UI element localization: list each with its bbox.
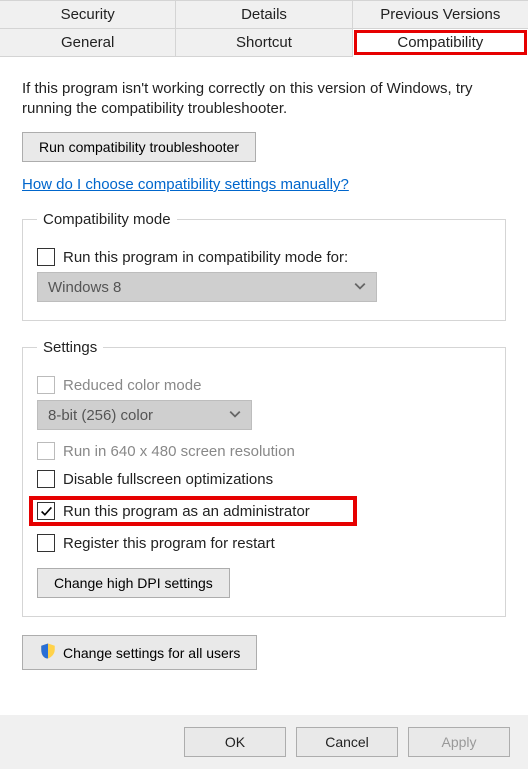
run-as-admin-checkbox[interactable] [37,502,55,520]
register-restart-label: Register this program for restart [63,535,275,552]
tab-container: Security Details Previous Versions Gener… [0,0,528,57]
ok-button[interactable]: OK [184,727,286,757]
change-all-users-label: Change settings for all users [63,645,240,661]
compat-mode-checkbox[interactable] [37,248,55,266]
color-mode-select-value: 8-bit (256) color [48,407,153,424]
tab-content: If this program isn't working correctly … [0,57,528,682]
compat-mode-select-value: Windows 8 [48,279,121,296]
register-restart-checkbox[interactable] [37,534,55,552]
tab-details[interactable]: Details [176,1,352,28]
run-as-admin-highlight: Run this program as an administrator [29,496,357,526]
dialog-footer: OK Cancel Apply [0,715,528,769]
disable-fullscreen-checkbox[interactable] [37,470,55,488]
tab-row-1: Security Details Previous Versions [0,0,528,29]
reduced-color-checkbox [37,376,55,394]
intro-text: If this program isn't working correctly … [22,79,506,118]
cancel-button[interactable]: Cancel [296,727,398,757]
shield-icon [39,642,57,663]
disable-fullscreen-label: Disable fullscreen optimizations [63,471,273,488]
tab-compatibility[interactable]: Compatibility [353,29,528,56]
chevron-down-icon [354,279,366,296]
compatibility-mode-legend: Compatibility mode [37,211,177,228]
change-dpi-button[interactable]: Change high DPI settings [37,568,230,598]
help-link[interactable]: How do I choose compatibility settings m… [22,176,349,193]
run-as-admin-label: Run this program as an administrator [63,503,310,520]
apply-button: Apply [408,727,510,757]
color-mode-select: 8-bit (256) color [37,400,252,430]
compatibility-mode-group: Compatibility mode Run this program in c… [22,211,506,321]
compat-mode-label: Run this program in compatibility mode f… [63,249,348,266]
low-res-label: Run in 640 x 480 screen resolution [63,443,295,460]
tab-shortcut[interactable]: Shortcut [176,29,352,56]
tab-row-2: General Shortcut Compatibility [0,29,528,57]
low-res-checkbox [37,442,55,460]
tab-previous-versions[interactable]: Previous Versions [353,1,528,28]
settings-group: Settings Reduced color mode 8-bit (256) … [22,339,506,617]
change-all-users-button[interactable]: Change settings for all users [22,635,257,670]
tab-general[interactable]: General [0,29,176,56]
run-troubleshooter-button[interactable]: Run compatibility troubleshooter [22,132,256,162]
reduced-color-label: Reduced color mode [63,377,201,394]
settings-legend: Settings [37,339,103,356]
compat-mode-select[interactable]: Windows 8 [37,272,377,302]
chevron-down-icon [229,407,241,424]
tab-security[interactable]: Security [0,1,176,28]
